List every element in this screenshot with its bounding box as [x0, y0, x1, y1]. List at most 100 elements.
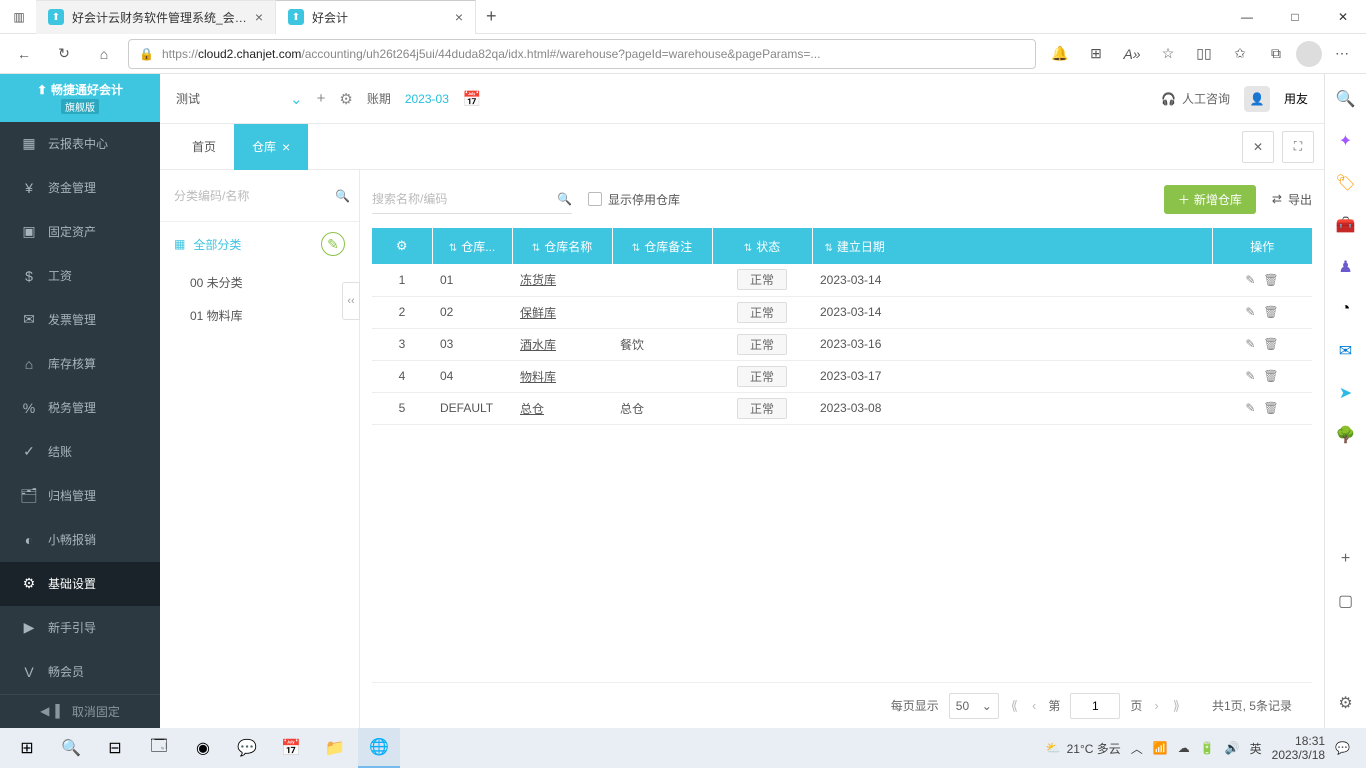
col-remark[interactable]: ⇅仓库备注: [612, 228, 712, 264]
collections-icon[interactable]: ⧉: [1260, 38, 1292, 70]
page-input[interactable]: [1070, 693, 1120, 719]
add-category-button[interactable]: ✎: [321, 232, 345, 256]
split-icon[interactable]: ▯▯: [1188, 38, 1220, 70]
show-disabled-checkbox[interactable]: 显示停用仓库: [588, 191, 680, 208]
sidebar-toggle[interactable]: ◀▌取消固定: [0, 694, 160, 728]
search-icon[interactable]: 🔍: [335, 189, 350, 203]
close-icon[interactable]: ×: [282, 139, 290, 155]
edit-icon[interactable]: ✎: [1245, 305, 1255, 319]
delete-icon[interactable]: 🗑: [1263, 369, 1278, 383]
notification-icon[interactable]: 💬: [1335, 741, 1350, 755]
avatar[interactable]: 👤: [1244, 86, 1270, 112]
battery-icon[interactable]: 🔋: [1200, 741, 1215, 755]
tools-icon[interactable]: 🧰: [1335, 214, 1357, 236]
sidebar-item-4[interactable]: ✉发票管理: [0, 298, 160, 342]
category-item[interactable]: 01 物料库: [160, 299, 359, 332]
prev-page-button[interactable]: ‹: [1030, 698, 1038, 713]
outlook-icon[interactable]: ✉: [1335, 340, 1357, 362]
settings-icon[interactable]: ⚙: [1335, 692, 1357, 714]
fullscreen-button[interactable]: ⛶: [1282, 131, 1314, 163]
send-icon[interactable]: ➤: [1335, 382, 1357, 404]
next-page-button[interactable]: ›: [1152, 698, 1160, 713]
weather[interactable]: ⛅21°C 多云: [1046, 740, 1121, 757]
calendar-app-icon[interactable]: 📅: [270, 728, 312, 768]
category-search-input[interactable]: [174, 189, 329, 203]
col-date[interactable]: ⇅建立日期: [812, 228, 1212, 264]
consult-button[interactable]: 🎧人工咨询: [1161, 90, 1230, 107]
ime-indicator[interactable]: 英: [1250, 740, 1262, 757]
cell-name[interactable]: 保鲜库: [512, 296, 612, 328]
sidebar-item-9[interactable]: ◐小畅报销: [0, 518, 160, 562]
back-button[interactable]: ←: [8, 38, 40, 70]
edge-app-icon[interactable]: 🌐: [358, 728, 400, 768]
add-icon[interactable]: +: [1335, 548, 1357, 570]
account-settings-icon[interactable]: ⚙: [339, 90, 352, 108]
sidebar-item-1[interactable]: ¥资金管理: [0, 166, 160, 210]
period-value[interactable]: 2023-03: [405, 92, 449, 106]
cell-name[interactable]: 总仓: [512, 392, 612, 424]
sidebar-item-12[interactable]: V畅会员: [0, 650, 160, 694]
collapse-button[interactable]: ‹‹: [342, 282, 360, 320]
sidebar-item-7[interactable]: ✓结账: [0, 430, 160, 474]
cell-name[interactable]: 物料库: [512, 360, 612, 392]
new-tab-button[interactable]: +: [476, 6, 507, 27]
export-button[interactable]: ⇄导出: [1272, 191, 1312, 208]
category-item[interactable]: 00 未分类: [160, 266, 359, 299]
discover-icon[interactable]: ✦: [1335, 130, 1357, 152]
sidebar-item-5[interactable]: ⌂库存核算: [0, 342, 160, 386]
cell-name[interactable]: 冻货库: [512, 264, 612, 296]
search-button[interactable]: 🔍: [50, 728, 92, 768]
close-button[interactable]: ✕: [1320, 0, 1366, 34]
home-button[interactable]: ⌂: [88, 38, 120, 70]
tray-chevron-icon[interactable]: ︿: [1131, 740, 1143, 757]
close-icon[interactable]: ×: [455, 9, 463, 25]
minimize-button[interactable]: —: [1224, 0, 1270, 34]
delete-icon[interactable]: 🗑: [1263, 305, 1278, 319]
hide-icon[interactable]: ▢: [1335, 590, 1357, 612]
col-status[interactable]: ⇅状态: [712, 228, 812, 264]
start-button[interactable]: ⊞: [6, 728, 48, 768]
edit-icon[interactable]: ✎: [1245, 369, 1255, 383]
search-icon[interactable]: 🔍: [557, 192, 572, 206]
favorite-icon[interactable]: ☆: [1152, 38, 1184, 70]
account-select[interactable]: 测试 ⌄: [176, 90, 303, 108]
first-page-button[interactable]: ⟪: [1009, 698, 1020, 714]
tab-warehouse[interactable]: 仓库×: [234, 124, 308, 170]
add-warehouse-button[interactable]: ＋新增仓库: [1164, 185, 1256, 214]
maximize-button[interactable]: □: [1272, 0, 1318, 34]
notify-icon[interactable]: 🔔: [1044, 38, 1076, 70]
profile-icon[interactable]: [1296, 41, 1322, 67]
calendar-icon[interactable]: 📅: [463, 90, 482, 108]
cell-name[interactable]: 酒水库: [512, 328, 612, 360]
last-page-button[interactable]: ⟫: [1171, 698, 1182, 714]
taskview-button[interactable]: ⊟: [94, 728, 136, 768]
sidebar-item-2[interactable]: ▣固定资产: [0, 210, 160, 254]
search-icon[interactable]: 🔍: [1335, 88, 1357, 110]
sidebar-item-6[interactable]: %税务管理: [0, 386, 160, 430]
browser-tab-0[interactable]: ⬆ 好会计云财务软件管理系统_会计... ×: [36, 0, 276, 34]
browser-tab-1[interactable]: ⬆ 好会计 ×: [276, 0, 476, 34]
wifi-icon[interactable]: 📶: [1153, 741, 1168, 755]
refresh-button[interactable]: ↻: [48, 38, 80, 70]
chrome-icon[interactable]: ◉: [182, 728, 224, 768]
shopping-icon[interactable]: 🏷: [1335, 172, 1357, 194]
edit-icon[interactable]: ✎: [1245, 337, 1255, 351]
cloud-icon[interactable]: ☁: [1178, 741, 1190, 755]
table-search-input[interactable]: [372, 192, 551, 206]
volume-icon[interactable]: 🔊: [1225, 741, 1240, 755]
sidebar-item-10[interactable]: ⚙基础设置: [0, 562, 160, 606]
edit-icon[interactable]: ✎: [1245, 401, 1255, 415]
col-settings[interactable]: ⚙: [372, 228, 432, 264]
col-code[interactable]: ⇅仓库...: [432, 228, 512, 264]
fileexplorer-icon[interactable]: 📁: [314, 728, 356, 768]
close-icon[interactable]: ×: [255, 9, 263, 25]
wechat-icon[interactable]: 💬: [226, 728, 268, 768]
extensions-icon[interactable]: ⊞: [1080, 38, 1112, 70]
edge-icon[interactable]: ◔: [1335, 298, 1357, 320]
favorites-icon[interactable]: ✩: [1224, 38, 1256, 70]
delete-icon[interactable]: 🗑: [1263, 273, 1278, 287]
per-page-select[interactable]: 50⌄: [949, 693, 999, 719]
close-all-button[interactable]: ✕: [1242, 131, 1274, 163]
url-bar[interactable]: 🔒 https://cloud2.chanjet.com/accounting/…: [128, 39, 1036, 69]
edit-icon[interactable]: ✎: [1245, 273, 1255, 287]
